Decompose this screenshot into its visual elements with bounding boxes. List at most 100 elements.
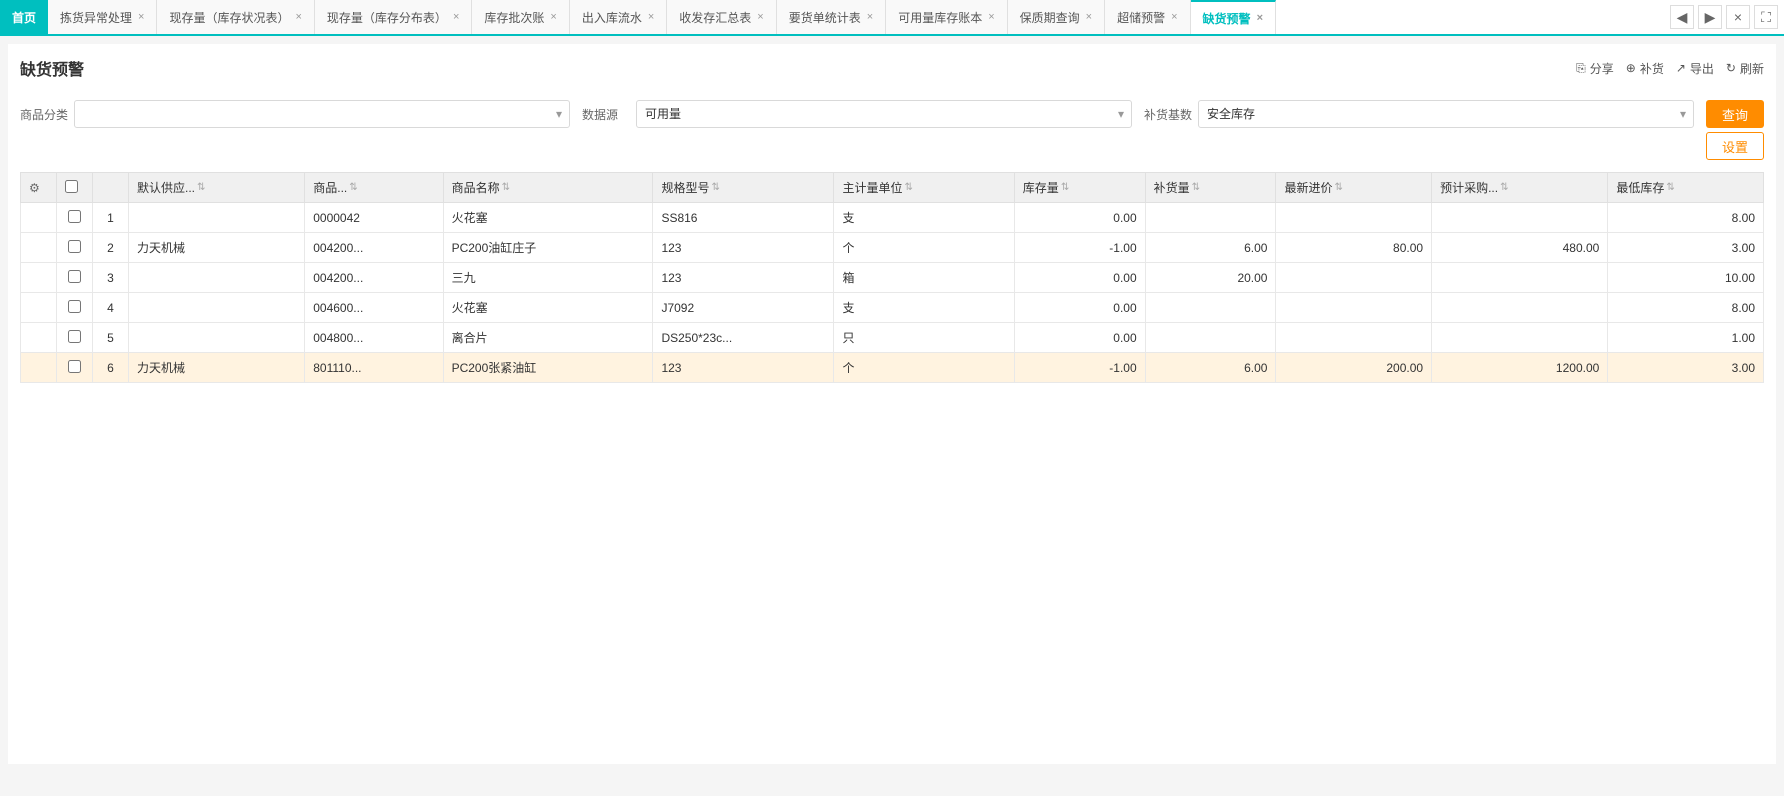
settings-button[interactable]: 设置 <box>1706 132 1764 160</box>
table-gear-icon[interactable]: ⚙ <box>29 181 40 195</box>
export-button[interactable]: ↗ 导出 <box>1676 60 1714 77</box>
tab-refining-close[interactable]: × <box>138 11 144 23</box>
tab-expiry-close[interactable]: × <box>1086 11 1092 23</box>
row-unit-3: 支 <box>834 293 1014 323</box>
header-actions: ⎘ 分享 ⊕ 补货 ↗ 导出 ↻ 刷新 <box>1576 60 1764 77</box>
row-checkbox-cell[interactable] <box>57 263 93 293</box>
col-header-supplier[interactable]: 默认供应... ⇅ <box>129 173 305 203</box>
tab-available-ledger[interactable]: 可用量库存账本 × <box>886 0 1007 34</box>
tab-overstock-close[interactable]: × <box>1171 11 1177 23</box>
row-supplier-5: 力天机械 <box>129 353 305 383</box>
tab-close-all-button[interactable]: × <box>1726 5 1750 29</box>
query-button[interactable]: 查询 <box>1706 100 1764 128</box>
row-unit-0: 支 <box>834 203 1014 233</box>
share-label: 分享 <box>1590 60 1614 77</box>
col-header-unit[interactable]: 主计量单位 ⇅ <box>834 173 1014 203</box>
replenish-base-select-wrapper: 安全库存 <box>1198 100 1694 128</box>
row-checkbox-cell[interactable] <box>57 323 93 353</box>
sort-icon-spec: ⇅ <box>711 182 719 193</box>
tab-overstock[interactable]: 超储预警 × <box>1105 0 1190 34</box>
row-checkbox-0[interactable] <box>68 210 81 223</box>
tab-expiry[interactable]: 保质期查询 × <box>1008 0 1105 34</box>
row-checkbox-cell[interactable] <box>57 203 93 233</box>
row-checkbox-1[interactable] <box>68 240 81 253</box>
col-header-replenish-qty[interactable]: 补货量 ⇅ <box>1145 173 1276 203</box>
col-sort-spec[interactable]: 规格型号 ⇅ <box>661 179 719 196</box>
row-checkbox-3[interactable] <box>68 300 81 313</box>
col-header-product-name[interactable]: 商品名称 ⇅ <box>443 173 653 203</box>
col-sort-supplier[interactable]: 默认供应... ⇅ <box>137 179 205 196</box>
row-supplier-3 <box>129 293 305 323</box>
col-sort-product-name[interactable]: 商品名称 ⇅ <box>452 179 510 196</box>
tab-inventory-status-close[interactable]: × <box>295 11 301 23</box>
tab-inout-flow[interactable]: 出入库流水 × <box>570 0 667 34</box>
tab-batch[interactable]: 库存批次账 × <box>472 0 569 34</box>
row-spec-1: 123 <box>653 233 834 263</box>
tab-prev-button[interactable]: ◀ <box>1670 5 1694 29</box>
row-checkbox-4[interactable] <box>68 330 81 343</box>
tab-batch-close[interactable]: × <box>550 11 556 23</box>
row-settings-cell <box>21 323 57 353</box>
tab-receive-summary[interactable]: 收发存汇总表 × <box>667 0 776 34</box>
col-header-latest-price[interactable]: 最新进价 ⇅ <box>1276 173 1432 203</box>
col-sort-min-stock[interactable]: 最低库存 ⇅ <box>1616 179 1674 196</box>
tab-next-button[interactable]: ▶ <box>1698 5 1722 29</box>
row-spec-4: DS250*23c... <box>653 323 834 353</box>
row-checkbox-cell[interactable] <box>57 293 93 323</box>
tab-inventory-dist[interactable]: 现存量（库存分布表） × <box>315 0 472 34</box>
row-supplier-2 <box>129 263 305 293</box>
col-sort-estimated-purchase[interactable]: 预计采购... ⇅ <box>1440 179 1508 196</box>
tab-refining[interactable]: 拣货异常处理 × <box>48 0 157 34</box>
row-product-name-1: PC200油缸庄子 <box>443 233 653 263</box>
tab-shortage-close[interactable]: × <box>1257 12 1263 24</box>
col-sort-stock[interactable]: 库存量 ⇅ <box>1023 179 1069 196</box>
tab-order-stats-close[interactable]: × <box>867 11 873 23</box>
col-header-stock[interactable]: 库存量 ⇅ <box>1014 173 1145 203</box>
refresh-button[interactable]: ↻ 刷新 <box>1726 60 1764 77</box>
col-header-product-code[interactable]: 商品... ⇅ <box>305 173 443 203</box>
col-header-checkbox[interactable] <box>57 173 93 203</box>
share-button[interactable]: ⎘ 分享 <box>1576 60 1614 77</box>
row-checkbox-cell[interactable] <box>57 353 93 383</box>
tab-order-stats[interactable]: 要货单统计表 × <box>777 0 886 34</box>
replenish-base-label: 补货基数 <box>1144 106 1192 123</box>
tab-home-label: 首页 <box>12 9 36 26</box>
tab-home[interactable]: 首页 <box>0 0 48 34</box>
replenish-base-select[interactable]: 安全库存 <box>1198 100 1694 128</box>
sort-icon-latest-price: ⇅ <box>1335 182 1343 193</box>
category-filter-group: 商品分类 <box>20 100 570 128</box>
sort-icon-unit: ⇅ <box>904 182 912 193</box>
tab-receive-summary-close[interactable]: × <box>757 11 763 23</box>
col-sort-unit[interactable]: 主计量单位 ⇅ <box>842 179 912 196</box>
tab-inventory-status[interactable]: 现存量（库存状况表） × <box>157 0 314 34</box>
row-product-name-5: PC200张紧油缸 <box>443 353 653 383</box>
col-header-spec[interactable]: 规格型号 ⇅ <box>653 173 834 203</box>
category-select[interactable] <box>74 100 570 128</box>
tab-inout-flow-close[interactable]: × <box>648 11 654 23</box>
datasource-filter-group: 数据源 可用量 <box>582 100 1132 128</box>
tab-nav-buttons: ◀ ▶ × ⛶ <box>1664 5 1784 29</box>
row-product-code-5: 801110... <box>305 353 443 383</box>
row-estimated-purchase-3 <box>1432 293 1608 323</box>
row-latest-price-2 <box>1276 263 1432 293</box>
tab-available-ledger-close[interactable]: × <box>988 11 994 23</box>
replenish-button[interactable]: ⊕ 补货 <box>1626 60 1664 77</box>
tab-inventory-dist-close[interactable]: × <box>453 11 459 23</box>
col-sort-product-code[interactable]: 商品... ⇅ <box>313 179 357 196</box>
row-checkbox-cell[interactable] <box>57 233 93 263</box>
tab-expand-button[interactable]: ⛶ <box>1754 5 1778 29</box>
col-sort-latest-price[interactable]: 最新进价 ⇅ <box>1284 179 1342 196</box>
row-checkbox-5[interactable] <box>68 360 81 373</box>
row-checkbox-2[interactable] <box>68 270 81 283</box>
datasource-select[interactable]: 可用量 <box>636 100 1132 128</box>
select-all-checkbox[interactable] <box>65 180 78 193</box>
col-min-stock-label: 最低库存 <box>1616 179 1664 196</box>
col-header-estimated-purchase[interactable]: 预计采购... ⇅ <box>1432 173 1608 203</box>
row-spec-3: J7092 <box>653 293 834 323</box>
col-header-min-stock[interactable]: 最低库存 ⇅ <box>1608 173 1764 203</box>
col-header-settings[interactable]: ⚙ <box>21 173 57 203</box>
row-index-4: 5 <box>93 323 129 353</box>
tab-shortage[interactable]: 缺货预警 × <box>1191 0 1276 34</box>
row-product-code-4: 004800... <box>305 323 443 353</box>
col-sort-replenish-qty[interactable]: 补货量 ⇅ <box>1154 179 1200 196</box>
